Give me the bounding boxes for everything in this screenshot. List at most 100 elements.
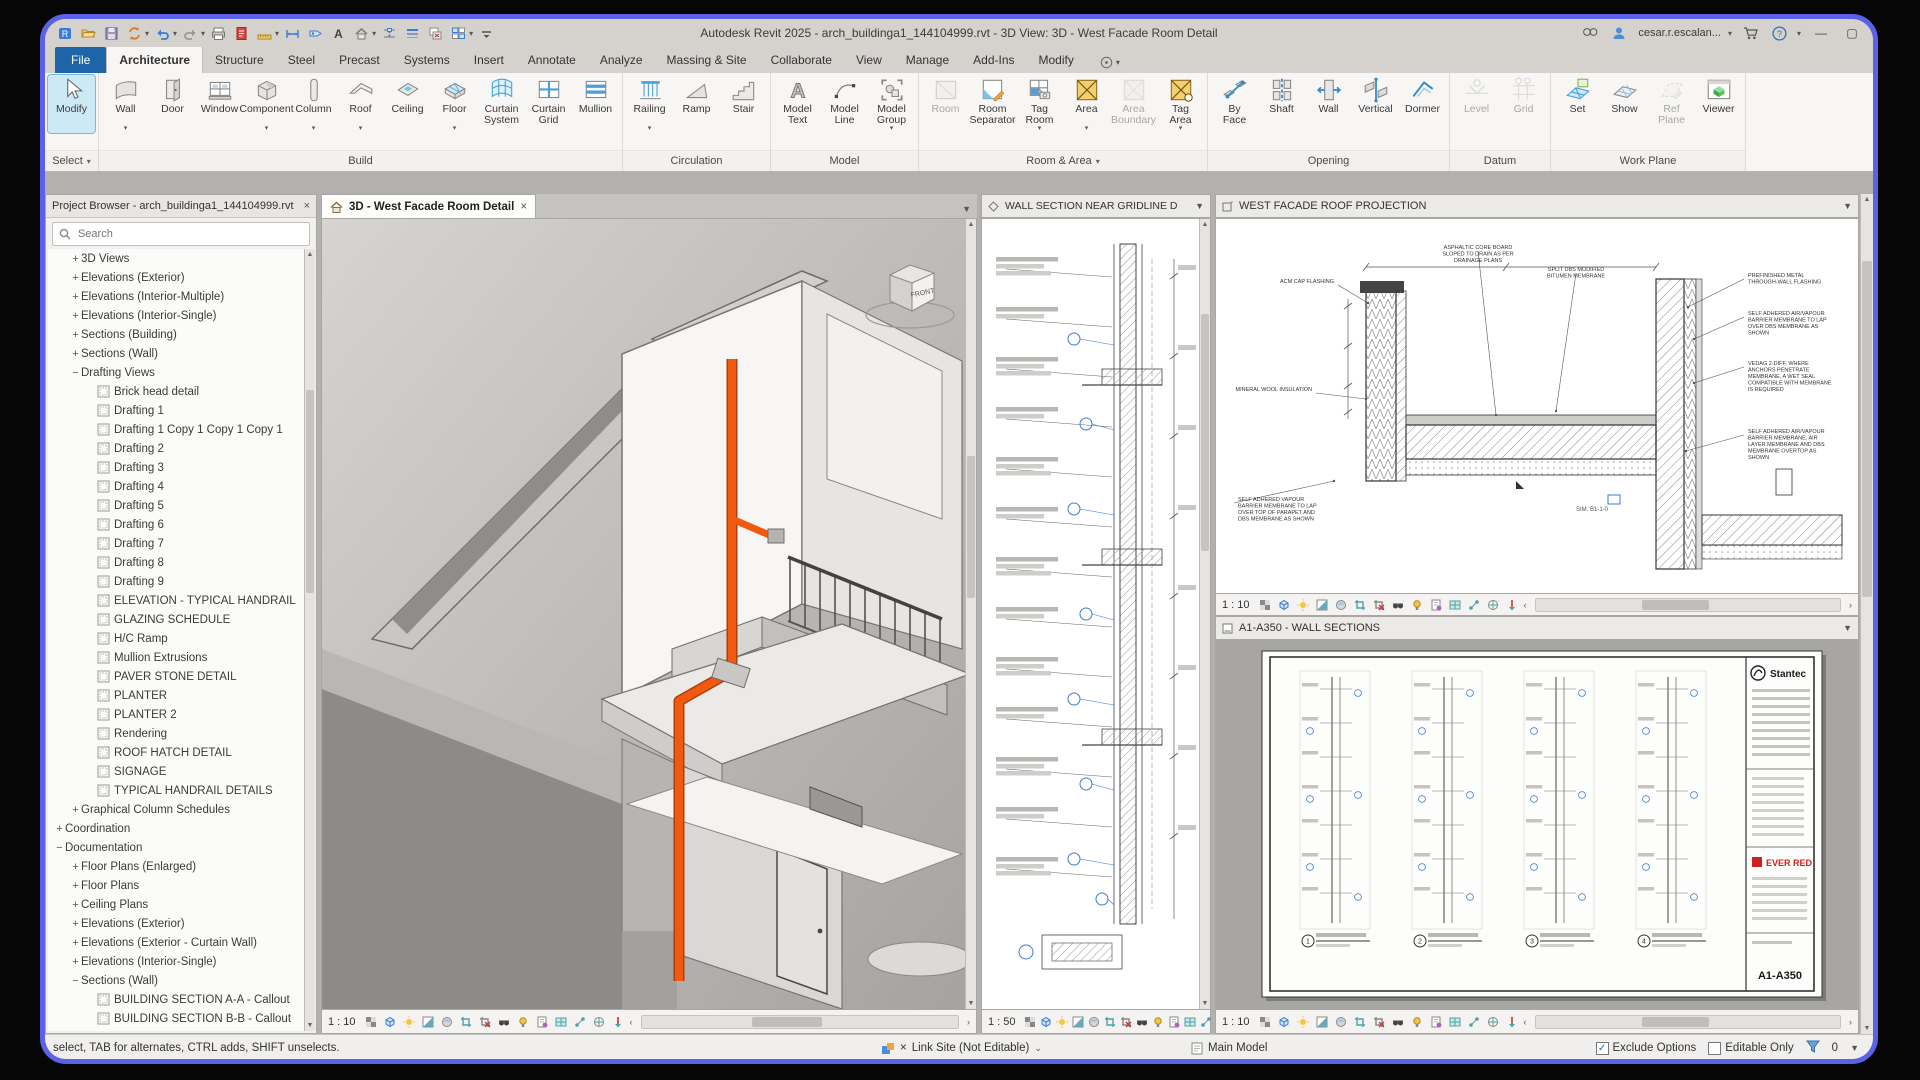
expand-icon[interactable]: + xyxy=(70,861,81,873)
tree-item[interactable]: H/C Ramp xyxy=(48,629,304,648)
temporary-hide-icon[interactable] xyxy=(1391,1014,1406,1029)
exclude-options-checkbox[interactable]: ✓Exclude Options xyxy=(1596,1042,1697,1055)
browser-search[interactable] xyxy=(52,222,310,246)
scroll-right-icon[interactable]: › xyxy=(1849,1017,1852,1027)
view-scale[interactable]: 1 : 10 xyxy=(1222,599,1250,611)
component-button[interactable]: Component▾ xyxy=(243,75,290,133)
ribbon-tab-insert[interactable]: Insert xyxy=(462,47,516,73)
column-button[interactable]: Column▾ xyxy=(290,75,337,133)
reveal-hidden-icon[interactable] xyxy=(1152,1014,1164,1029)
area-button[interactable]: Area▾ xyxy=(1063,75,1110,133)
tag-area-button[interactable]: Tag Area▾ xyxy=(1157,75,1204,133)
thin-lines-icon[interactable] xyxy=(402,23,422,43)
filter-caret-icon[interactable]: ▼ xyxy=(1850,1043,1859,1053)
model-text-button[interactable]: AModel Text xyxy=(774,75,821,133)
worksharing-display-icon[interactable] xyxy=(1448,597,1463,612)
modify-panel-toggle[interactable]: ▾ xyxy=(1092,52,1128,73)
tree-item[interactable]: +Floor Plans (Enlarged) xyxy=(48,857,304,876)
cart-icon[interactable] xyxy=(1741,23,1761,43)
expand-icon[interactable]: + xyxy=(70,956,81,968)
account-name[interactable]: cesar.r.escalan... xyxy=(1638,27,1721,39)
shaft-button[interactable]: Shaft xyxy=(1258,75,1305,133)
expand-icon[interactable]: + xyxy=(70,918,81,930)
chevron-down-icon[interactable]: ▼ xyxy=(1843,623,1852,633)
tree-item[interactable]: Drafting 7 xyxy=(48,534,304,553)
print-icon[interactable] xyxy=(208,23,228,43)
expand-icon[interactable]: + xyxy=(70,272,81,284)
shadows-icon[interactable] xyxy=(1315,1014,1330,1029)
redo-caret-icon[interactable]: ▾ xyxy=(201,29,205,38)
link-status[interactable]: × Link Site (Not Editable) ⌄ xyxy=(881,1035,1042,1061)
tree-item[interactable]: Brick head detail xyxy=(48,382,304,401)
aligned-dimension-icon[interactable] xyxy=(282,23,302,43)
expand-icon[interactable]: + xyxy=(70,310,81,322)
by-face-button[interactable]: By Face xyxy=(1211,75,1258,133)
expand-icon[interactable]: + xyxy=(70,899,81,911)
ribbon-tab-annotate[interactable]: Annotate xyxy=(516,47,588,73)
window-button[interactable]: Window xyxy=(196,75,243,133)
ribbon-tab-architecture[interactable]: Architecture xyxy=(106,46,203,73)
maximize-button[interactable]: ▢ xyxy=(1841,26,1863,40)
canvas-sheet[interactable]: 1234StantecEVER REDA1-A350 xyxy=(1215,640,1859,1010)
expand-icon[interactable]: + xyxy=(70,804,81,816)
tree-item[interactable]: +Sections (Building) xyxy=(48,325,304,344)
show-crop-icon[interactable] xyxy=(1372,1014,1387,1029)
worksharing-display-icon[interactable] xyxy=(554,1014,569,1029)
temporary-view-properties-icon[interactable] xyxy=(535,1014,550,1029)
account-caret-icon[interactable]: ▾ xyxy=(1728,29,1732,38)
ribbon-tab-analyze[interactable]: Analyze xyxy=(588,47,655,73)
help-caret-icon[interactable]: ▾ xyxy=(1797,29,1801,38)
tree-item[interactable]: +3D Views xyxy=(48,249,304,268)
worksharing-display-icon[interactable] xyxy=(1184,1014,1196,1029)
tree-item[interactable]: +Elevations (Exterior - Curtain Wall) xyxy=(48,933,304,952)
minimize-button[interactable]: — xyxy=(1810,26,1832,40)
tree-item[interactable]: GLAZING SCHEDULE xyxy=(48,610,304,629)
show-analytical-icon[interactable] xyxy=(1467,597,1482,612)
horizontal-scrollbar[interactable] xyxy=(1535,1015,1841,1029)
collapse-icon[interactable]: − xyxy=(70,367,81,379)
ceiling-button[interactable]: Ceiling xyxy=(384,75,431,133)
ribbon-tab-systems[interactable]: Systems xyxy=(392,47,462,73)
model-group-button[interactable]: Model Group▾ xyxy=(868,75,915,133)
tree-item[interactable]: Rendering xyxy=(48,724,304,743)
modify-button[interactable]: Modify xyxy=(48,75,95,133)
floor-button[interactable]: Floor▾ xyxy=(431,75,478,133)
reveal-constraints-icon[interactable] xyxy=(611,1014,626,1029)
temporary-hide-icon[interactable] xyxy=(1391,597,1406,612)
room-separator-button[interactable]: Room Separator xyxy=(969,75,1016,133)
ribbon-tab-view[interactable]: View xyxy=(844,47,894,73)
viewer-button[interactable]: Viewer xyxy=(1695,75,1742,133)
view-scale[interactable]: 1 : 50 xyxy=(988,1016,1016,1028)
temporary-view-properties-icon[interactable] xyxy=(1429,597,1444,612)
tree-item[interactable]: ROOF HATCH DETAIL xyxy=(48,743,304,762)
crop-view-icon[interactable] xyxy=(459,1014,474,1029)
sun-path-icon[interactable] xyxy=(1296,597,1311,612)
reveal-hidden-icon[interactable] xyxy=(1410,597,1425,612)
roof-projection-header[interactable]: WEST FACADE ROOF PROJECTION ▼ xyxy=(1215,194,1859,218)
scroll-left-icon[interactable]: ‹ xyxy=(1524,600,1527,610)
mullion-button[interactable]: Mullion xyxy=(572,75,619,133)
default-3d-view-caret-icon[interactable]: ▾ xyxy=(372,29,376,38)
tree-item[interactable]: Drafting 1 xyxy=(48,401,304,420)
export-pdf-icon[interactable] xyxy=(231,23,251,43)
workspace-vscroll[interactable]: ▲▼ xyxy=(1860,194,1873,1034)
show-button[interactable]: Show xyxy=(1601,75,1648,133)
tab-list-caret-icon[interactable]: ▼ xyxy=(962,204,977,218)
highlight-displacement-icon[interactable] xyxy=(592,1014,607,1029)
chevron-down-icon[interactable]: ▼ xyxy=(1195,201,1204,211)
close-hidden-windows-icon[interactable] xyxy=(425,23,445,43)
scroll-left-icon[interactable]: ‹ xyxy=(1524,1017,1527,1027)
canvas-3d[interactable]: FRONT ▲▼ xyxy=(321,218,977,1010)
tree-item[interactable]: TYPICAL HANDRAIL DETAILS xyxy=(48,781,304,800)
open-folder-icon[interactable] xyxy=(78,23,98,43)
tree-item[interactable]: Drafting 4 xyxy=(48,477,304,496)
sheet-header[interactable]: A1-A350 - WALL SECTIONS ▼ xyxy=(1215,616,1859,640)
ribbon-tab-add-ins[interactable]: Add-Ins xyxy=(961,47,1026,73)
roof-button[interactable]: Roof▾ xyxy=(337,75,384,133)
show-analytical-icon[interactable] xyxy=(1467,1014,1482,1029)
tree-item[interactable]: +Coordination xyxy=(48,819,304,838)
project-browser-header[interactable]: Project Browser - arch_buildinga1_144104… xyxy=(46,195,316,218)
tree-item[interactable]: −Drafting Views xyxy=(48,363,304,382)
switch-windows-caret-icon[interactable]: ▾ xyxy=(469,29,473,38)
temporary-hide-icon[interactable] xyxy=(1136,1014,1148,1029)
